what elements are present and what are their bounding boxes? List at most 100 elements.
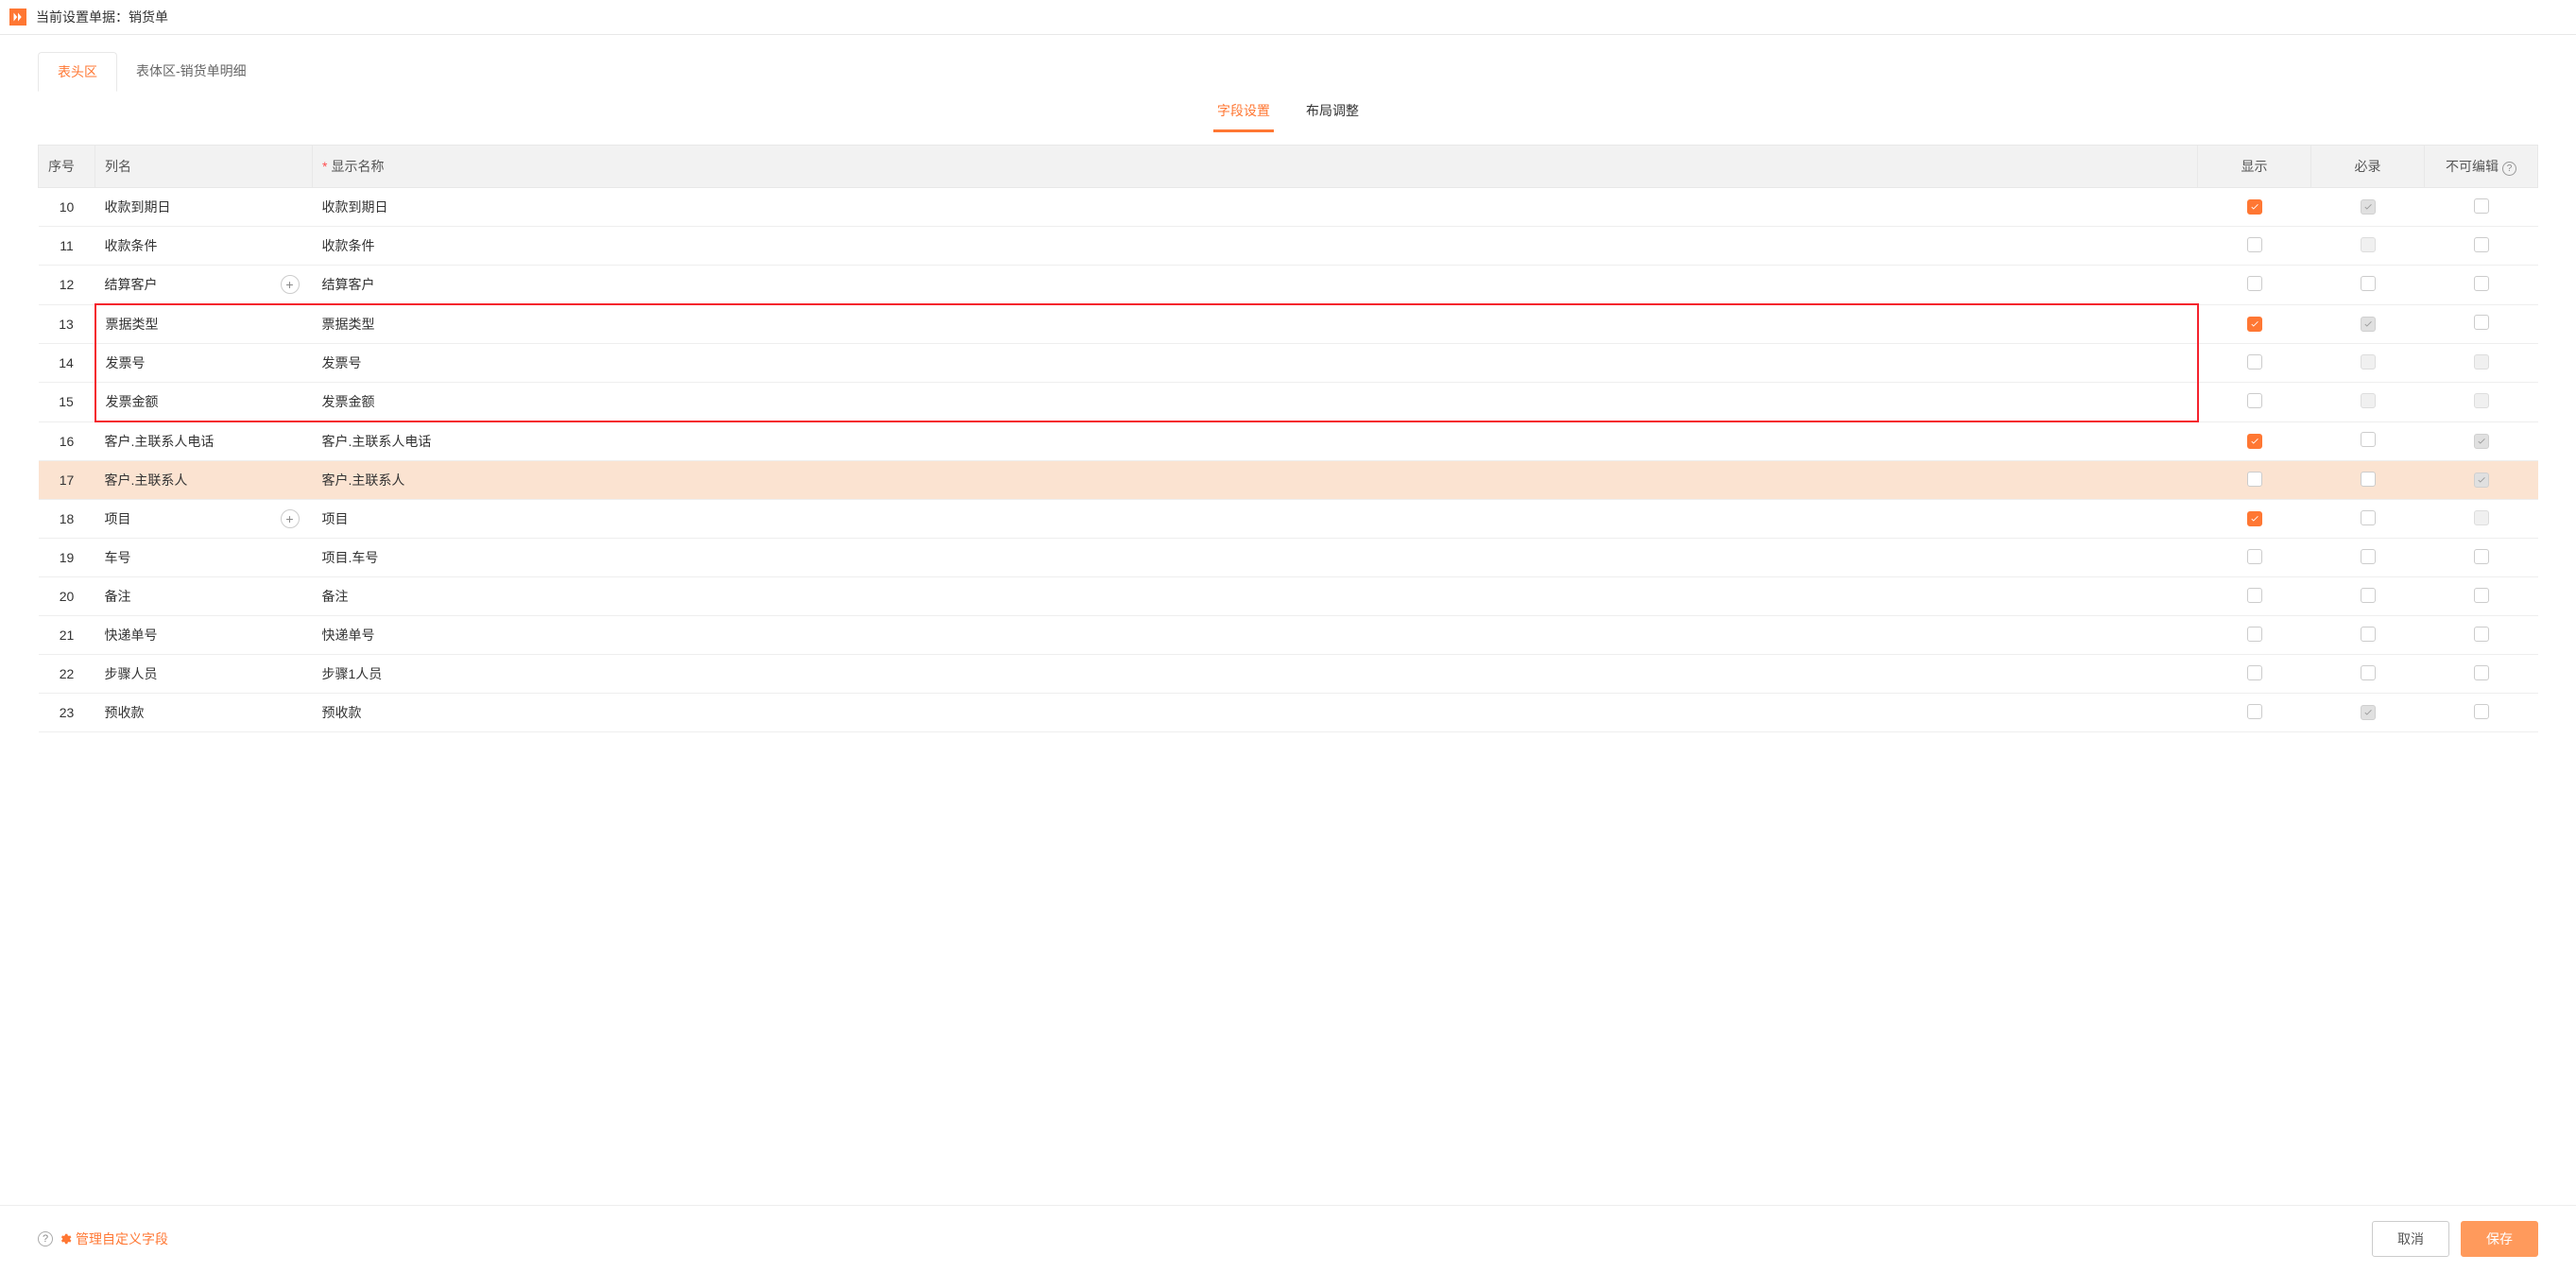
readonly-checkbox[interactable] xyxy=(2474,704,2489,719)
required-checkbox[interactable] xyxy=(2361,510,2376,525)
visible-checkbox[interactable] xyxy=(2247,704,2262,719)
secondary-tab-0[interactable]: 字段设置 xyxy=(1213,92,1274,132)
required-checkbox[interactable] xyxy=(2361,665,2376,680)
visible-checkbox[interactable] xyxy=(2247,393,2262,408)
required-checkbox[interactable] xyxy=(2361,627,2376,642)
question-icon[interactable]: ? xyxy=(38,1231,53,1246)
required-checkbox[interactable] xyxy=(2361,432,2376,447)
visible-checkbox[interactable] xyxy=(2247,627,2262,642)
visible-checkbox[interactable] xyxy=(2247,434,2262,449)
row-seq: 13 xyxy=(39,304,95,344)
save-button[interactable]: 保存 xyxy=(2461,1221,2538,1257)
collapse-toggle-button[interactable] xyxy=(9,9,26,26)
manage-custom-fields-link[interactable]: 管理自定义字段 xyxy=(59,1229,168,1248)
row-seq: 11 xyxy=(39,227,95,266)
visible-checkbox[interactable] xyxy=(2247,317,2262,332)
required-checkbox[interactable] xyxy=(2361,549,2376,564)
row-column-name-text: 客户.主联系人 xyxy=(105,473,188,488)
table-row: 21快递单号快递单号 xyxy=(39,616,2538,655)
row-readonly-cell xyxy=(2425,383,2538,422)
row-required-cell xyxy=(2311,500,2425,539)
row-column-name: 项目+ xyxy=(95,500,313,539)
row-readonly-cell xyxy=(2425,304,2538,344)
row-column-name-text: 发票金额 xyxy=(106,394,159,409)
row-display-name[interactable]: 客户.主联系人电话 xyxy=(313,421,2198,461)
row-required-cell xyxy=(2311,304,2425,344)
required-checkbox xyxy=(2361,199,2376,215)
row-column-name: 车号 xyxy=(95,539,313,577)
row-column-name-text: 收款条件 xyxy=(105,238,158,253)
visible-checkbox[interactable] xyxy=(2247,588,2262,603)
visible-checkbox[interactable] xyxy=(2247,354,2262,370)
manage-custom-fields-text: 管理自定义字段 xyxy=(76,1229,168,1248)
required-checkbox xyxy=(2361,393,2376,408)
visible-checkbox[interactable] xyxy=(2247,472,2262,487)
row-visible-cell xyxy=(2198,344,2311,383)
row-visible-cell xyxy=(2198,188,2311,227)
table-row: 10收款到期日收款到期日 xyxy=(39,188,2538,227)
row-seq: 16 xyxy=(39,421,95,461)
readonly-checkbox[interactable] xyxy=(2474,237,2489,252)
readonly-checkbox[interactable] xyxy=(2474,315,2489,330)
row-readonly-cell xyxy=(2425,227,2538,266)
visible-checkbox[interactable] xyxy=(2247,199,2262,215)
row-column-name-text: 车号 xyxy=(105,550,131,565)
row-column-name: 预收款 xyxy=(95,694,313,732)
row-display-name[interactable]: 快递单号 xyxy=(313,616,2198,655)
readonly-checkbox[interactable] xyxy=(2474,276,2489,291)
row-column-name: 客户.主联系人 xyxy=(95,461,313,500)
required-checkbox[interactable] xyxy=(2361,588,2376,603)
row-display-name[interactable]: 收款条件 xyxy=(313,227,2198,266)
row-readonly-cell xyxy=(2425,188,2538,227)
row-column-name: 发票金额 xyxy=(95,383,313,422)
secondary-tabs: 字段设置布局调整 xyxy=(38,92,2538,133)
required-checkbox[interactable] xyxy=(2361,472,2376,487)
readonly-checkbox xyxy=(2474,473,2489,488)
readonly-checkbox[interactable] xyxy=(2474,665,2489,680)
table-row: 22步骤人员步骤1人员 xyxy=(39,655,2538,694)
row-display-name[interactable]: 收款到期日 xyxy=(313,188,2198,227)
row-display-name[interactable]: 项目 xyxy=(313,500,2198,539)
row-visible-cell xyxy=(2198,500,2311,539)
readonly-checkbox xyxy=(2474,434,2489,449)
row-display-name[interactable]: 步骤1人员 xyxy=(313,655,2198,694)
cancel-button[interactable]: 取消 xyxy=(2372,1221,2449,1257)
readonly-checkbox[interactable] xyxy=(2474,198,2489,214)
row-display-name[interactable]: 票据类型 xyxy=(313,304,2198,344)
required-checkbox[interactable] xyxy=(2361,276,2376,291)
row-display-name[interactable]: 发票号 xyxy=(313,344,2198,383)
readonly-checkbox[interactable] xyxy=(2474,549,2489,564)
readonly-checkbox[interactable] xyxy=(2474,627,2489,642)
row-seq: 22 xyxy=(39,655,95,694)
row-column-name-text: 客户.主联系人电话 xyxy=(105,434,215,449)
add-field-button[interactable]: + xyxy=(281,509,300,528)
row-column-name-text: 快递单号 xyxy=(105,627,158,643)
row-display-name[interactable]: 结算客户 xyxy=(313,266,2198,305)
primary-tab-1[interactable]: 表体区-销货单明细 xyxy=(117,52,266,92)
secondary-tab-1[interactable]: 布局调整 xyxy=(1302,92,1363,132)
add-field-button[interactable]: + xyxy=(281,275,300,294)
readonly-checkbox xyxy=(2474,393,2489,408)
help-icon[interactable]: ? xyxy=(2502,162,2516,176)
row-required-cell xyxy=(2311,188,2425,227)
row-visible-cell xyxy=(2198,539,2311,577)
row-required-cell xyxy=(2311,266,2425,305)
visible-checkbox[interactable] xyxy=(2247,549,2262,564)
row-display-name[interactable]: 发票金额 xyxy=(313,383,2198,422)
row-display-name[interactable]: 项目.车号 xyxy=(313,539,2198,577)
visible-checkbox[interactable] xyxy=(2247,276,2262,291)
row-display-name[interactable]: 备注 xyxy=(313,577,2198,616)
table-row: 12结算客户+结算客户 xyxy=(39,266,2538,305)
visible-checkbox[interactable] xyxy=(2247,665,2262,680)
primary-tab-0[interactable]: 表头区 xyxy=(38,52,117,92)
row-display-name[interactable]: 客户.主联系人 xyxy=(313,461,2198,500)
row-required-cell xyxy=(2311,421,2425,461)
row-readonly-cell xyxy=(2425,344,2538,383)
row-display-name[interactable]: 预收款 xyxy=(313,694,2198,732)
col-header-readonly-text: 不可编辑 xyxy=(2446,159,2499,174)
visible-checkbox[interactable] xyxy=(2247,511,2262,526)
readonly-checkbox[interactable] xyxy=(2474,588,2489,603)
table-row: 17客户.主联系人客户.主联系人 xyxy=(39,461,2538,500)
row-visible-cell xyxy=(2198,461,2311,500)
visible-checkbox[interactable] xyxy=(2247,237,2262,252)
